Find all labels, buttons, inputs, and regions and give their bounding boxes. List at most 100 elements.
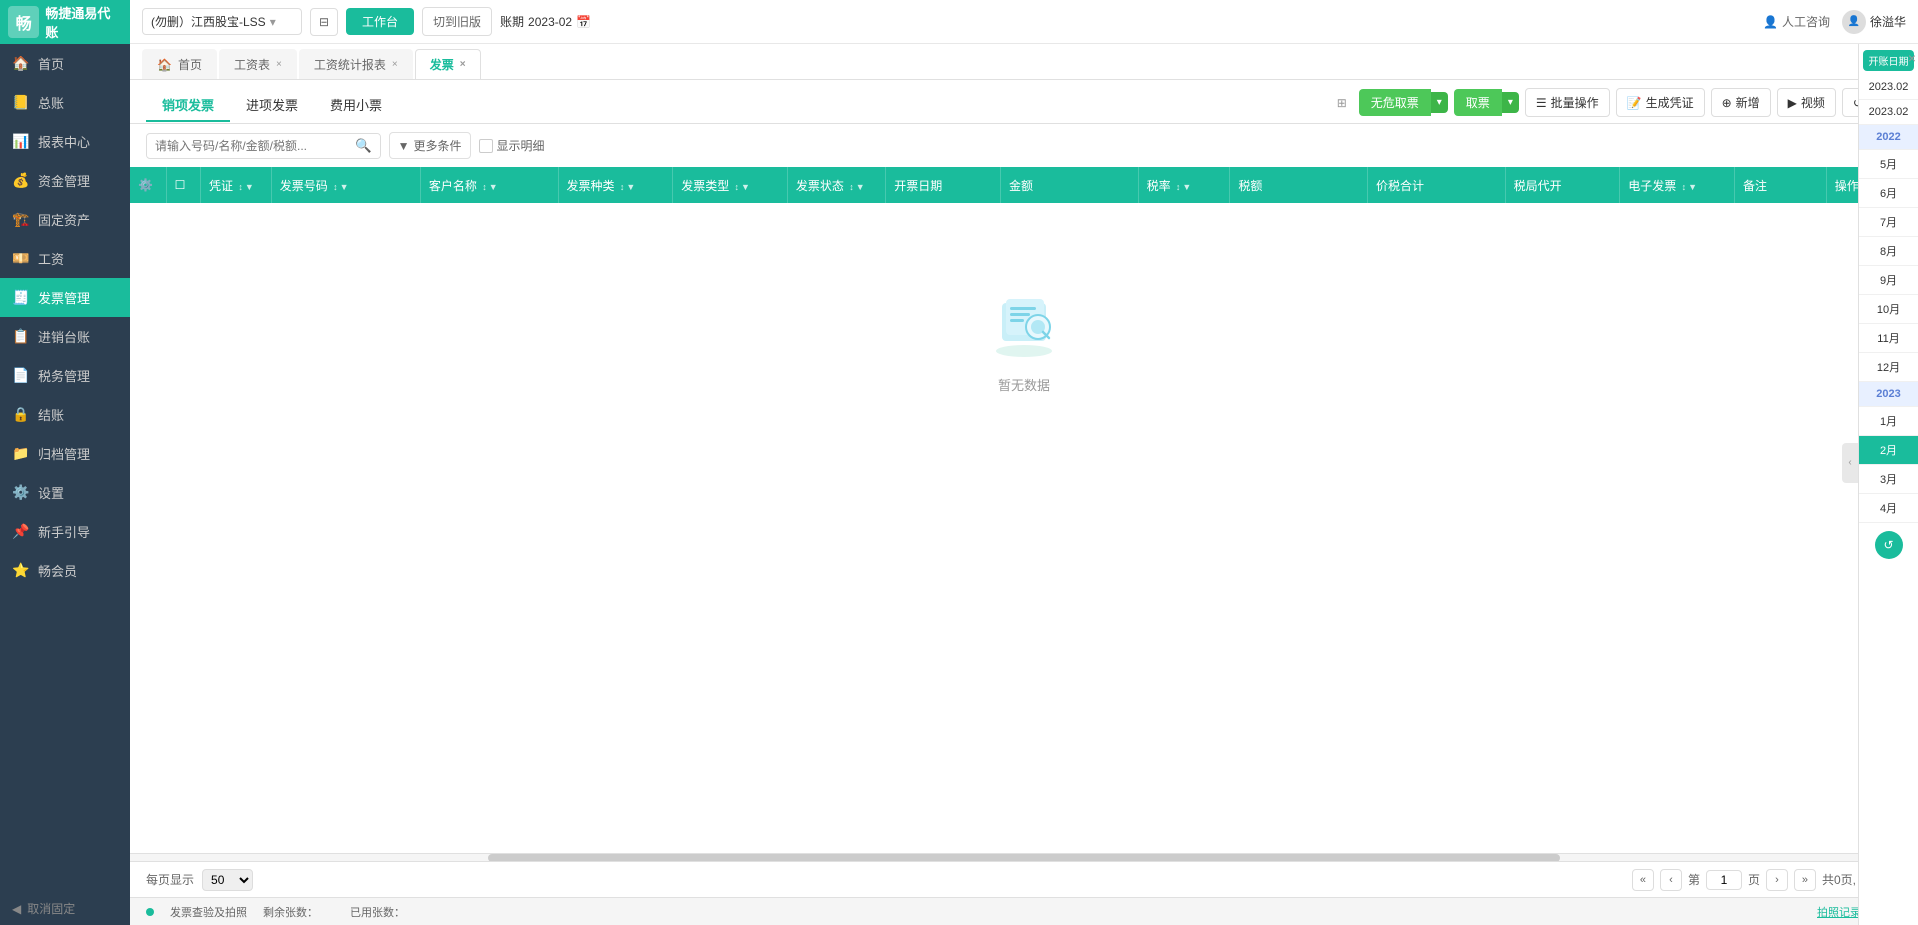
invoice-table: ⚙️ ☐ 凭证 ↕▼ 发票号码 ↕▼ 客户名称 ↕▼ 发票种类 ↕▼ [130,167,1918,203]
more-conditions-button[interactable]: ▼ 更多条件 [389,132,471,159]
tab-close-icon[interactable]: × [460,59,466,70]
tab-home[interactable]: 🏠 首页 [142,49,217,79]
period-8[interactable]: 8月 [1859,237,1918,266]
col-tax-id-header[interactable]: 税局代开 [1505,167,1620,203]
col-e-invoice-header[interactable]: 电子发票 ↕▼ [1620,167,1735,203]
col-amount-header[interactable]: 金额 [1000,167,1138,203]
status-dot-icon [146,908,154,916]
feedback-link[interactable]: 拍照记录 [1817,904,1861,920]
tab-close-icon[interactable]: × [392,59,398,70]
settings-icon: ⊟ [319,15,329,29]
sidebar-item-reports[interactable]: 📊 报表中心 [0,122,130,161]
user-info[interactable]: 👤 徐溢华 [1842,10,1906,34]
sidebar-item-invoice[interactable]: 🧾 发票管理 [0,278,130,317]
home-icon: 🏠 [12,55,30,73]
tab-invoice[interactable]: 发票 × [415,49,481,79]
sidebar-item-sales[interactable]: 📋 进销台账 [0,317,130,356]
sub-tab-purchase-label: 进项发票 [246,98,298,113]
company-selector[interactable]: (勿删）江西股宝-LSS ▾ [142,8,302,35]
sidebar-item-ledger[interactable]: 📒 总账 [0,83,130,122]
period-2023-3[interactable]: 3月 [1859,465,1918,494]
col-status-header[interactable]: 发票状态 ↕▼ [787,167,885,203]
generate-cert-button[interactable]: 📝 生成凭证 [1616,88,1705,117]
col-invoice-no-header[interactable]: 发票号码 ↕▼ [271,167,420,203]
sidebar-pin-toggle[interactable]: ◀ 取消固定 [0,892,130,925]
sub-tab-sales[interactable]: 销项发票 [146,89,230,122]
col-total-header[interactable]: 价税合计 [1367,167,1505,203]
col-invoice-category-header[interactable]: 发票类型 ↕▼ [673,167,788,203]
support-link[interactable]: 👤 人工咨询 [1763,13,1830,30]
col-date-header[interactable]: 开票日期 [886,167,1001,203]
main-area: (勿删）江西股宝-LSS ▾ ⊟ 工作台 切到旧版 账期 2023-02 📅 👤… [130,0,1918,925]
panel-action-icon[interactable]: ↺ [1875,531,1903,559]
period-2023-2[interactable]: 2月 [1859,436,1918,465]
col-tax-header[interactable]: 税额 [1230,167,1368,203]
empty-state: 暂无数据 [130,203,1918,474]
col-check-header[interactable]: ☐ [166,167,200,203]
last-page-button[interactable]: » [1794,869,1816,891]
search-wrap: 🔍 [146,133,381,159]
sidebar-item-tax[interactable]: 📄 税务管理 [0,356,130,395]
per-page-select[interactable]: 50 10 20 100 [202,869,253,891]
sidebar-item-finance[interactable]: 💰 资金管理 [0,161,130,200]
video-button[interactable]: ▶ 视频 [1777,88,1836,117]
batch-op-button[interactable]: ☰ 批量操作 [1525,88,1610,117]
close-panel-button[interactable]: × [1908,50,1916,66]
no-ticket-dropdown-arrow[interactable]: ▾ [1431,92,1448,113]
period-11[interactable]: 11月 [1859,324,1918,353]
period-12[interactable]: 12月 [1859,353,1918,382]
sub-tab-expense[interactable]: 费用小票 [314,89,398,122]
period-item-2023-02-first[interactable]: 2023.02 [1859,75,1918,100]
open-period-button[interactable]: 开账日期 [1863,50,1914,71]
page-number-input[interactable] [1706,870,1742,890]
take-ticket-dropdown-arrow[interactable]: ▾ [1502,92,1519,113]
calendar-icon: 📅 [576,15,591,29]
right-panel-expand-toggle[interactable]: ‹ [1842,443,1858,483]
show-detail-checkbox[interactable] [479,139,493,153]
page-label: 第 [1688,871,1700,888]
switch-version-button[interactable]: 切到旧版 [422,7,492,36]
tab-payroll-table[interactable]: 工资表 × [219,49,297,79]
sidebar-item-payroll[interactable]: 💴 工资 [0,239,130,278]
tab-payroll-stats[interactable]: 工资统计报表 × [299,49,413,79]
reports-icon: 📊 [12,133,30,151]
search-input[interactable] [147,135,347,157]
sidebar-item-closing[interactable]: 🔒 结账 [0,395,130,434]
new-button[interactable]: ⊕ 新增 [1711,88,1771,117]
col-cert-header[interactable]: 凭证 ↕▼ [200,167,271,203]
first-page-button[interactable]: « [1632,869,1654,891]
take-ticket-button[interactable]: 取票 [1454,89,1502,116]
period-label: 账期 [500,13,524,30]
video-icon: ▶ [1788,96,1797,110]
sidebar-item-archive[interactable]: 📁 归档管理 [0,434,130,473]
year-label-2022: 2022 [1859,125,1918,150]
no-ticket-button[interactable]: 无危取票 [1359,89,1431,116]
col-note-header[interactable]: 备注 [1734,167,1826,203]
next-page-button[interactable]: › [1766,869,1788,891]
sidebar-item-home[interactable]: 🏠 首页 [0,44,130,83]
sidebar-item-guide[interactable]: 📌 新手引导 [0,512,130,551]
search-button[interactable]: 🔍 [347,134,380,158]
period-2023-4[interactable]: 4月 [1859,494,1918,523]
sidebar-item-assets[interactable]: 🏗️ 固定资产 [0,200,130,239]
period-2023-1[interactable]: 1月 [1859,407,1918,436]
period-6[interactable]: 6月 [1859,179,1918,208]
grid-view-icon[interactable]: ⊞ [1331,92,1353,114]
show-detail-toggle[interactable]: 显示明细 [479,137,545,154]
col-invoice-type-header[interactable]: 发票种类 ↕▼ [558,167,673,203]
period-7[interactable]: 7月 [1859,208,1918,237]
assets-icon: 🏗️ [12,211,30,229]
sidebar-item-settings[interactable]: ⚙️ 设置 [0,473,130,512]
period-10[interactable]: 10月 [1859,295,1918,324]
company-settings-button[interactable]: ⊟ [310,8,338,36]
workspace-button[interactable]: 工作台 [346,8,414,35]
period-9[interactable]: 9月 [1859,266,1918,295]
period-item-2023-02-second[interactable]: 2023.02 [1859,100,1918,125]
sub-tab-purchase[interactable]: 进项发票 [230,89,314,122]
sidebar-item-member[interactable]: ⭐ 畅会员 [0,551,130,590]
tab-close-icon[interactable]: × [276,59,282,70]
col-customer-header[interactable]: 客户名称 ↕▼ [420,167,558,203]
prev-page-button[interactable]: ‹ [1660,869,1682,891]
period-5[interactable]: 5月 [1859,150,1918,179]
col-tax-rate-header[interactable]: 税率 ↕▼ [1138,167,1230,203]
